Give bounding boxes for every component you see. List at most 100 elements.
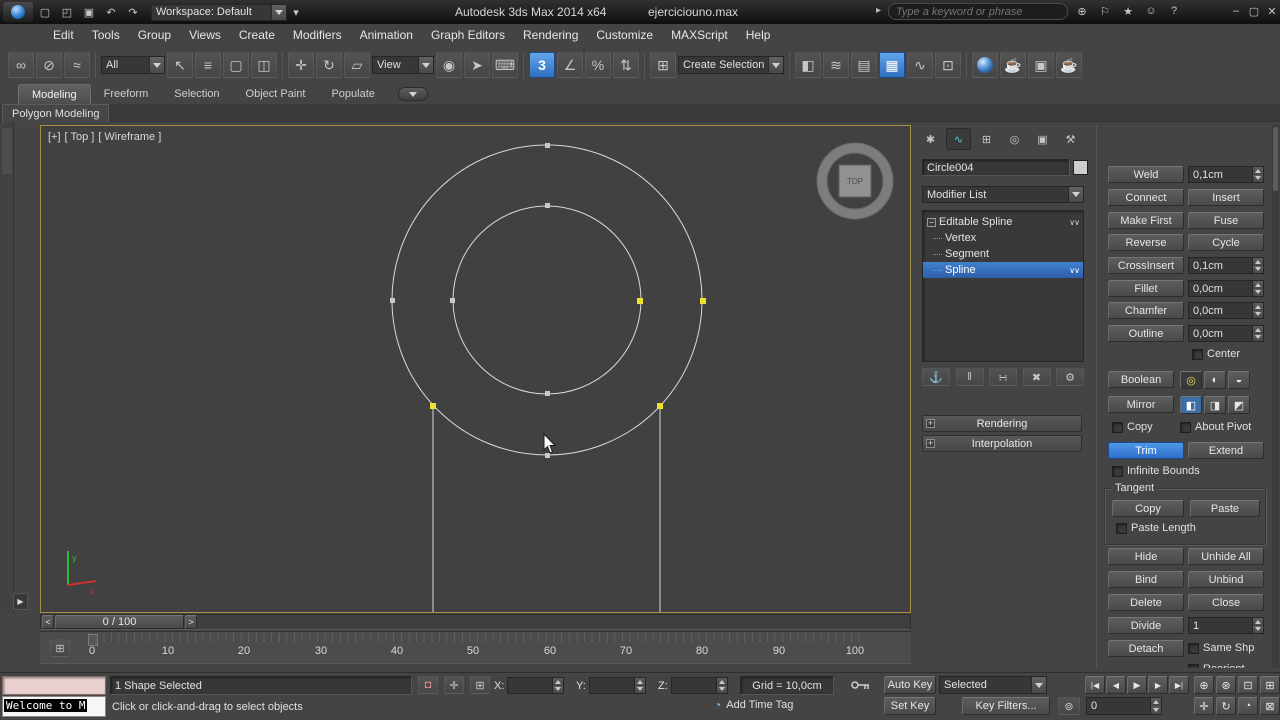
ruler[interactable]: 0 10 20 30 40 50 60 70 80 90 100 [88, 632, 864, 665]
outline-spinner[interactable]: 0,0cm [1188, 325, 1264, 342]
set-key-button[interactable]: Set Key [884, 697, 936, 715]
insert-button[interactable]: Insert [1188, 189, 1264, 206]
time-slider-next-button[interactable]: > [185, 615, 197, 629]
viewport-general-menu[interactable]: [+] [48, 131, 61, 143]
modifier-list-dropdown[interactable]: Modifier List [922, 186, 1084, 203]
delete-button[interactable]: Delete [1108, 594, 1184, 611]
tab-utilities-icon[interactable]: ⚒ [1058, 128, 1083, 150]
add-time-tag[interactable]: ◔ Add Time Tag [714, 698, 793, 712]
select-and-move-icon[interactable]: ✛ [288, 52, 314, 78]
reference-coordinate-dropdown[interactable]: View [372, 56, 434, 74]
unlink-selection-icon[interactable]: ⊘ [36, 52, 62, 78]
spinner-arrows-icon[interactable] [552, 678, 563, 693]
menu-edit[interactable]: Edit [44, 24, 83, 46]
schematic-view-icon[interactable]: ⊡ [935, 52, 961, 78]
left-dock-handle[interactable] [2, 128, 12, 174]
scrollbar-thumb[interactable] [1273, 127, 1278, 191]
spinner-arrows-icon[interactable] [634, 678, 645, 693]
menu-graph-editors[interactable]: Graph Editors [422, 24, 514, 46]
configure-modifier-sets-icon[interactable]: ⚙ [1056, 368, 1084, 386]
communication-center-icon[interactable]: ⚐ [1095, 2, 1115, 20]
dropdown-arrow-icon[interactable] [1068, 187, 1083, 202]
spinner-arrows-icon[interactable] [716, 678, 727, 693]
expand-left-panel-button[interactable]: ▶ [13, 593, 28, 610]
macro-recorder-field[interactable] [2, 676, 106, 695]
expand-icon[interactable]: + [926, 419, 935, 428]
selection-set-dropdown[interactable]: Selected [939, 676, 1047, 694]
dropdown-arrow-icon[interactable] [418, 57, 433, 73]
help-icon[interactable]: ? [1164, 2, 1184, 20]
key-filters-button[interactable]: Key Filters... [962, 697, 1050, 715]
make-first-button[interactable]: Make First [1108, 212, 1184, 229]
object-color-swatch[interactable] [1073, 160, 1088, 175]
ribbon-tab-populate[interactable]: Populate [318, 84, 387, 104]
zoom-extents-icon[interactable]: ⊡ [1238, 676, 1258, 694]
z-coordinate-field[interactable] [671, 677, 728, 694]
stack-item-editable-spline[interactable]: − Editable Spline ∨∨ [923, 214, 1083, 230]
select-and-link-icon[interactable]: ∞ [8, 52, 34, 78]
unhide-all-button[interactable]: Unhide All [1188, 548, 1264, 565]
selection-filter-dropdown[interactable]: All [101, 56, 165, 74]
redo-icon[interactable]: ↷ [123, 3, 143, 21]
keyboard-override-icon[interactable]: ⌨ [492, 52, 518, 78]
menu-tools[interactable]: Tools [83, 24, 129, 46]
transform-typein-icon[interactable]: ⊞ [470, 676, 490, 694]
panel-scrollbar[interactable] [1272, 125, 1279, 668]
fillet-button[interactable]: Fillet [1108, 280, 1184, 297]
curve-editor-icon[interactable]: ∿ [907, 52, 933, 78]
menu-maxscript[interactable]: MAXScript [662, 24, 737, 46]
fuse-button[interactable]: Fuse [1188, 212, 1264, 229]
minimize-icon[interactable]: – [1228, 2, 1244, 20]
rollout-rendering[interactable]: + Rendering [922, 415, 1082, 432]
zoom-extents-all-icon[interactable]: ⊞ [1260, 676, 1280, 694]
mirror-tool-icon[interactable]: ◧ [795, 52, 821, 78]
copy-checkbox[interactable]: Copy [1112, 421, 1153, 433]
spinner-snap-icon[interactable]: ⇅ [613, 52, 639, 78]
absolute-offset-icon[interactable]: ✛ [444, 676, 464, 694]
spinner-arrows-icon[interactable] [1150, 698, 1161, 714]
advanced-search-icon[interactable]: ⊕ [1072, 2, 1092, 20]
collapse-box-icon[interactable]: − [927, 217, 936, 227]
search-box[interactable] [888, 3, 1068, 20]
bind-button[interactable]: Bind [1108, 571, 1184, 588]
extend-button[interactable]: Extend [1188, 442, 1264, 459]
rendered-frame-window-icon[interactable]: ▣ [1028, 52, 1054, 78]
infinite-bounds-checkbox[interactable]: Infinite Bounds [1112, 465, 1200, 477]
divide-button[interactable]: Divide [1108, 617, 1184, 634]
ribbon-tab-selection[interactable]: Selection [161, 84, 232, 104]
track-bar[interactable]: ⊞ 0 10 20 30 40 50 60 70 80 90 100 [40, 631, 911, 664]
mini-curve-editor-button[interactable]: ⊞ [50, 639, 70, 657]
cross-insert-button[interactable]: CrossInsert [1108, 257, 1184, 274]
boolean-button[interactable]: Boolean [1108, 371, 1174, 388]
outline-button[interactable]: Outline [1108, 325, 1184, 342]
tab-hierarchy-icon[interactable]: ⊞ [974, 128, 999, 150]
x-coordinate-field[interactable] [507, 677, 564, 694]
tab-display-icon[interactable]: ▣ [1030, 128, 1055, 150]
fov-icon[interactable]: ◔ [1238, 697, 1258, 715]
maximize-viewport-icon[interactable]: ⊠ [1260, 697, 1280, 715]
pan-icon[interactable]: ✛ [1194, 697, 1214, 715]
auto-key-button[interactable]: Auto Key [884, 676, 936, 694]
ribbon-display-toggle[interactable] [397, 87, 428, 101]
mirror-vertical-icon[interactable]: ◨ [1204, 396, 1226, 414]
about-pivot-checkbox[interactable]: About Pivot [1180, 421, 1251, 433]
align-tool-icon[interactable]: ≋ [823, 52, 849, 78]
selection-region-icon[interactable]: ▢ [223, 52, 249, 78]
orbit-icon[interactable]: ↻ [1216, 697, 1236, 715]
remove-modifier-icon[interactable]: ✖ [1022, 368, 1051, 386]
ribbon-tab-object-paint[interactable]: Object Paint [233, 84, 319, 104]
spinner-arrows-icon[interactable] [1252, 618, 1263, 633]
goto-start-button[interactable]: |◀ [1085, 676, 1105, 694]
play-button[interactable]: ▶ [1127, 676, 1147, 694]
center-checkbox[interactable]: Center [1192, 348, 1240, 360]
material-editor-icon[interactable] [972, 52, 998, 78]
dropdown-arrow-icon[interactable] [149, 57, 164, 73]
tab-modify-icon[interactable]: ∿ [946, 128, 971, 150]
reorient-checkbox[interactable]: Reorient [1188, 663, 1245, 668]
trim-button[interactable]: Trim [1108, 442, 1184, 459]
search-history-icon[interactable]: ▸ [876, 5, 881, 16]
weld-button[interactable]: Weld [1108, 166, 1184, 183]
next-frame-button[interactable]: ▶ [1148, 676, 1168, 694]
spinner-arrows-icon[interactable] [1252, 303, 1263, 318]
stack-item-vertex[interactable]: Vertex [923, 230, 1083, 246]
